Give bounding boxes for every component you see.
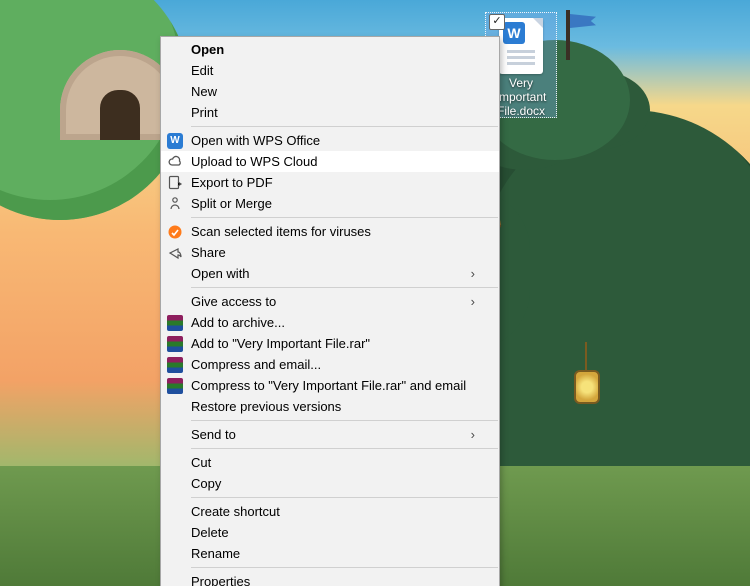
avast-shield-icon [167,224,183,240]
winrar-icon [167,315,183,331]
winrar-icon [167,378,183,394]
pdf-icon [167,175,183,191]
menu-share[interactable]: Share [161,242,499,263]
separator [191,420,498,421]
word-badge-icon: W [503,22,525,44]
chevron-right-icon: › [471,427,475,442]
menu-compress-and-email[interactable]: Compress and email... [161,354,499,375]
menu-create-shortcut[interactable]: Create shortcut [161,501,499,522]
menu-export-pdf[interactable]: Export to PDF [161,172,499,193]
cloud-icon [167,154,183,170]
menu-split-merge[interactable]: Split or Merge [161,193,499,214]
menu-send-to[interactable]: Send to › [161,424,499,445]
winrar-icon [167,357,183,373]
menu-copy[interactable]: Copy [161,473,499,494]
chevron-right-icon: › [471,266,475,281]
menu-compress-to-rar-and-email[interactable]: Compress to "Very Important File.rar" an… [161,375,499,396]
checkbox-checked-icon[interactable]: ✓ [489,14,505,30]
separator [191,497,498,498]
separator [191,567,498,568]
split-merge-icon [167,196,183,212]
menu-add-to-archive[interactable]: Add to archive... [161,312,499,333]
menu-restore-previous-versions[interactable]: Restore previous versions [161,396,499,417]
menu-cut[interactable]: Cut [161,452,499,473]
share-icon [167,245,183,261]
separator [191,287,498,288]
menu-upload-wps-cloud[interactable]: Upload to WPS Cloud [161,151,499,172]
menu-give-access-to[interactable]: Give access to › [161,291,499,312]
menu-add-to-named-rar[interactable]: Add to "Very Important File.rar" [161,333,499,354]
chevron-right-icon: › [471,294,475,309]
separator [191,448,498,449]
menu-rename[interactable]: Rename [161,543,499,564]
menu-new[interactable]: New [161,81,499,102]
separator [191,126,498,127]
menu-scan-viruses[interactable]: Scan selected items for viruses [161,221,499,242]
desktop-viewport: ✓ W Very Important File.docx Open Edit N… [0,0,750,586]
docx-file-icon: W [499,18,543,74]
menu-print[interactable]: Print [161,102,499,123]
wps-office-icon [167,133,183,149]
menu-open-with[interactable]: Open with › [161,263,499,284]
menu-open[interactable]: Open [161,39,499,60]
context-menu: Open Edit New Print Open with WPS Office… [160,36,500,586]
separator [191,217,498,218]
menu-open-with-wps[interactable]: Open with WPS Office [161,130,499,151]
menu-delete[interactable]: Delete [161,522,499,543]
winrar-icon [167,336,183,352]
menu-properties[interactable]: Properties [161,571,499,586]
menu-edit[interactable]: Edit [161,60,499,81]
